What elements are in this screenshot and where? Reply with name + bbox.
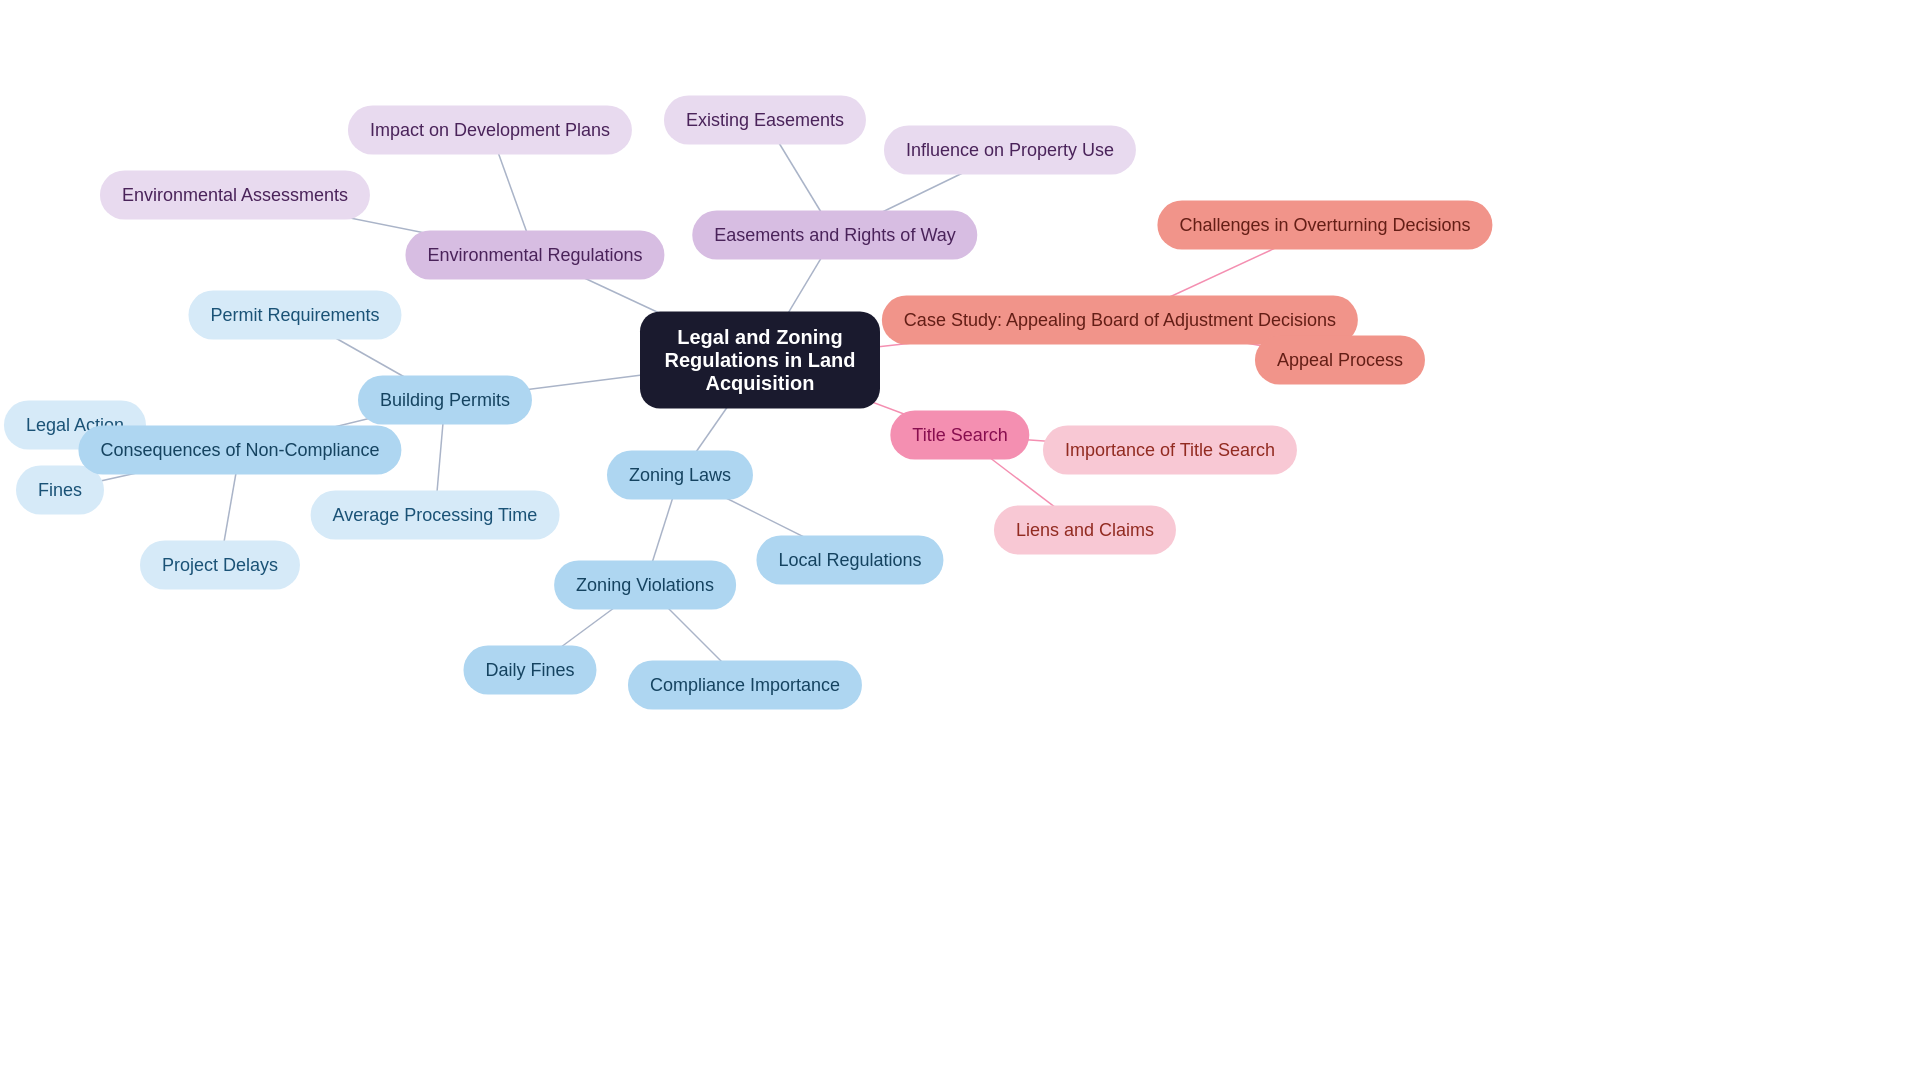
mindmap-container: Legal and Zoning Regulations in Land Acq… — [0, 0, 1920, 1083]
node-appeal-process[interactable]: Appeal Process — [1255, 336, 1425, 385]
center-node: Legal and Zoning Regulations in Land Acq… — [640, 312, 880, 409]
node-impact-dev[interactable]: Impact on Development Plans — [348, 106, 632, 155]
node-project-delays[interactable]: Project Delays — [140, 541, 300, 590]
node-avg-processing[interactable]: Average Processing Time — [311, 491, 560, 540]
node-importance-title[interactable]: Importance of Title Search — [1043, 426, 1297, 475]
node-permit-req[interactable]: Permit Requirements — [188, 291, 401, 340]
node-existing-easements[interactable]: Existing Easements — [664, 96, 866, 145]
node-zoning-laws[interactable]: Zoning Laws — [607, 451, 753, 500]
node-env-assessments[interactable]: Environmental Assessments — [100, 171, 370, 220]
node-easements-rights[interactable]: Easements and Rights of Way — [692, 211, 977, 260]
node-zoning-violations[interactable]: Zoning Violations — [554, 561, 736, 610]
node-env-regulations[interactable]: Environmental Regulations — [405, 231, 664, 280]
node-local-regulations[interactable]: Local Regulations — [756, 536, 943, 585]
node-title-search[interactable]: Title Search — [890, 411, 1029, 460]
node-compliance-importance[interactable]: Compliance Importance — [628, 661, 862, 710]
node-liens-claims[interactable]: Liens and Claims — [994, 506, 1176, 555]
node-daily-fines[interactable]: Daily Fines — [463, 646, 596, 695]
node-influence-property[interactable]: Influence on Property Use — [884, 126, 1136, 175]
node-consequences[interactable]: Consequences of Non-Compliance — [78, 426, 401, 475]
node-fines[interactable]: Fines — [16, 466, 104, 515]
node-challenges[interactable]: Challenges in Overturning Decisions — [1157, 201, 1492, 250]
node-building-permits[interactable]: Building Permits — [358, 376, 532, 425]
